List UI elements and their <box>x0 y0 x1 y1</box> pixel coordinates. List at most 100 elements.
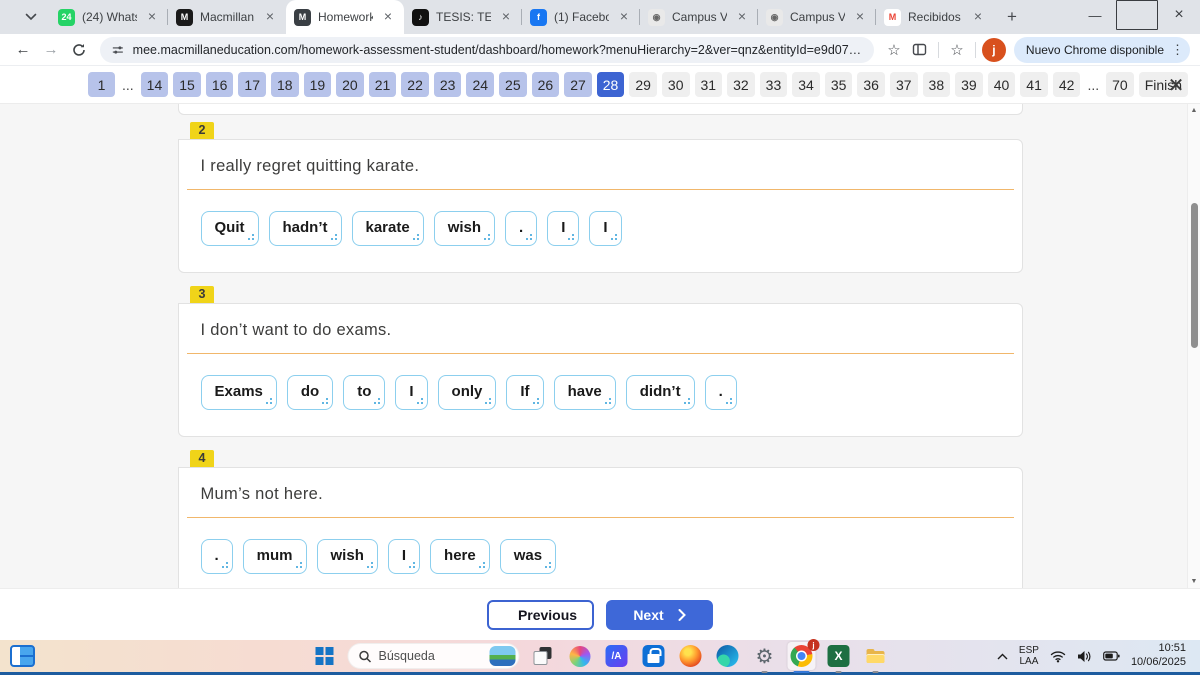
word-chip[interactable]: karate <box>351 211 424 246</box>
tab-close-icon[interactable]: × <box>380 9 396 25</box>
pagination-page-14[interactable]: 14 <box>140 72 169 97</box>
bookmark-star-icon[interactable]: ☆ <box>882 38 906 62</box>
word-chip[interactable]: I <box>589 211 622 246</box>
pagination-page-22[interactable]: 22 <box>401 72 429 97</box>
pagination-page-17[interactable]: 17 <box>238 72 266 97</box>
tray-chevron-up-icon[interactable] <box>997 653 1008 660</box>
pagination-page-33[interactable]: 33 <box>759 72 788 97</box>
excel-icon[interactable]: X <box>825 642 853 673</box>
word-chip[interactable]: If <box>506 375 544 410</box>
pagination-page-20[interactable]: 20 <box>336 72 364 97</box>
word-chip[interactable]: mum <box>242 539 307 574</box>
word-chip[interactable]: . <box>200 539 233 574</box>
pagination-page-40[interactable]: 40 <box>987 72 1016 97</box>
sparkle-star-icon[interactable]: ☆ <box>945 38 969 62</box>
browser-tab[interactable]: 24 (24) WhatsApp B × <box>50 0 168 34</box>
pagination-page-38[interactable]: 38 <box>922 72 951 97</box>
minimize-icon[interactable]: — <box>1074 0 1116 30</box>
browser-tab[interactable]: M Macmillan Educa × <box>167 0 286 34</box>
tab-close-icon[interactable]: × <box>144 9 160 25</box>
word-chip[interactable]: here <box>430 539 490 574</box>
scrollbar[interactable]: ▲ ▼ <box>1187 104 1200 588</box>
back-icon[interactable]: ← <box>10 37 36 63</box>
word-chip[interactable]: I <box>395 375 428 410</box>
pagination-page-15[interactable]: 15 <box>173 72 201 97</box>
tab-close-icon[interactable]: × <box>616 9 632 25</box>
pagination-page-39[interactable]: 39 <box>955 72 983 97</box>
macmillan-app-icon[interactable]: /A <box>603 642 631 670</box>
word-chip[interactable]: only <box>437 375 497 410</box>
pagination-page-24[interactable]: 24 <box>466 72 495 97</box>
word-chip[interactable]: hadn’t <box>268 211 342 246</box>
pagination-page-25[interactable]: 25 <box>499 72 527 97</box>
word-chip[interactable]: wish <box>433 211 496 246</box>
wifi-icon[interactable] <box>1050 650 1066 663</box>
browser-tab[interactable]: M Homework × <box>286 0 404 34</box>
word-chip[interactable]: I <box>547 211 580 246</box>
pagination-page-21[interactable]: 21 <box>368 72 397 97</box>
word-chip[interactable]: . <box>704 375 737 410</box>
word-chip[interactable]: to <box>343 375 386 410</box>
pagination-page-42[interactable]: 42 <box>1052 72 1081 97</box>
scroll-down-icon[interactable]: ▼ <box>1188 578 1200 585</box>
next-button[interactable]: Next <box>606 599 713 630</box>
pagination-page-70[interactable]: 70 <box>1106 72 1134 97</box>
volume-icon[interactable] <box>1077 650 1092 663</box>
tab-close-icon[interactable]: × <box>734 9 750 25</box>
firefox-icon[interactable] <box>677 642 705 670</box>
pagination-page-34[interactable]: 34 <box>792 72 820 97</box>
language-indicator[interactable]: ESP LAA <box>1019 645 1039 668</box>
start-button[interactable] <box>311 642 339 670</box>
pagination-page-26[interactable]: 26 <box>531 72 560 97</box>
pagination-page-30[interactable]: 30 <box>661 72 690 97</box>
chrome-update-button[interactable]: Nuevo Chrome disponible ⋮ <box>1013 36 1190 63</box>
word-chip[interactable]: Exams <box>200 375 277 410</box>
browser-tab[interactable]: f (1) Facebook × <box>521 0 640 34</box>
copilot-icon[interactable] <box>566 642 594 670</box>
site-info-icon[interactable] <box>112 44 124 56</box>
taskbar-clock[interactable]: 10:51 10/06/2025 <box>1131 642 1186 670</box>
word-chip[interactable]: . <box>505 211 538 246</box>
pagination-page-31[interactable]: 31 <box>694 72 723 97</box>
pagination-page-29[interactable]: 29 <box>629 72 657 97</box>
browser-tab[interactable]: M Recibidos (4.097) × <box>875 0 994 34</box>
explorer-icon[interactable] <box>862 642 890 673</box>
word-chip[interactable]: have <box>553 375 616 410</box>
store-icon[interactable] <box>640 642 668 670</box>
pagination-page-41[interactable]: 41 <box>1020 72 1048 97</box>
tab-close-icon[interactable]: × <box>262 9 278 25</box>
taskview-icon[interactable] <box>529 642 557 670</box>
pagination-page-23[interactable]: 23 <box>433 72 462 97</box>
menu-dots-icon[interactable]: ⋮ <box>1171 42 1184 58</box>
word-chip[interactable]: was <box>499 539 557 574</box>
pagination-page-35[interactable]: 35 <box>824 72 853 97</box>
forward-icon[interactable]: → <box>38 37 64 63</box>
browser-tab[interactable]: ◉ Campus Virtual U × <box>639 0 758 34</box>
tab-close-icon[interactable]: × <box>970 9 986 25</box>
side-panel-icon[interactable] <box>908 38 932 62</box>
browser-tab[interactable]: ◉ Campus Virtual U × <box>757 0 876 34</box>
close-exercise-icon[interactable]: ✕ <box>1165 74 1187 97</box>
tab-search-chevron-icon[interactable] <box>18 4 44 30</box>
restore-icon[interactable] <box>1116 0 1158 30</box>
scrollbar-thumb[interactable] <box>1190 203 1198 348</box>
pagination-page-37[interactable]: 37 <box>889 72 918 97</box>
pagination-page-1[interactable]: 1 <box>88 72 115 97</box>
pagination-page-19[interactable]: 19 <box>303 72 332 97</box>
widgets-icon[interactable] <box>10 645 35 667</box>
browser-tab[interactable]: ♪ TESIS: TEORIA Y × <box>404 0 522 34</box>
taskbar-search[interactable]: Búsqueda <box>347 643 520 669</box>
word-chip[interactable]: I <box>387 539 421 574</box>
word-chip[interactable]: wish <box>316 539 378 574</box>
pagination-page-32[interactable]: 32 <box>727 72 755 97</box>
pagination-page-16[interactable]: 16 <box>205 72 234 97</box>
pagination-page-18[interactable]: 18 <box>270 72 299 97</box>
battery-icon[interactable] <box>1103 650 1120 662</box>
close-window-icon[interactable]: × <box>1158 0 1200 30</box>
word-chip[interactable]: Quit <box>200 211 259 246</box>
tab-close-icon[interactable]: × <box>498 9 514 25</box>
word-chip[interactable]: didn’t <box>625 375 695 410</box>
tab-close-icon[interactable]: × <box>852 9 868 25</box>
word-chip[interactable]: do <box>286 375 334 410</box>
settings-icon[interactable] <box>751 642 779 673</box>
